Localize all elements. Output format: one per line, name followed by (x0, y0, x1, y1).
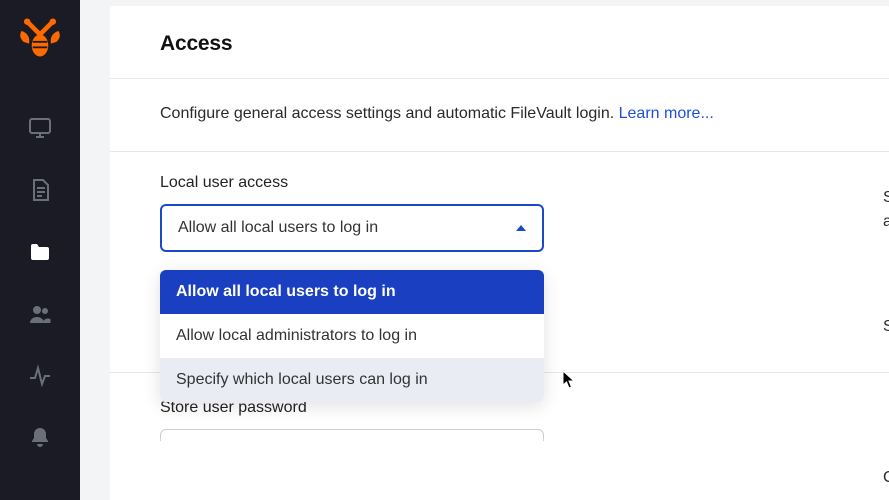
select-value: Allow all local users to log in (178, 219, 378, 237)
users-icon[interactable] (26, 300, 54, 328)
dropdown-option-allow-admins[interactable]: Allow local administrators to log in (160, 314, 544, 358)
bell-icon[interactable] (26, 424, 54, 452)
subtitle: Configure general access settings and au… (160, 105, 839, 123)
right-column-peek: S a (883, 186, 889, 234)
local-user-access-select[interactable]: Allow all local users to log in (160, 204, 544, 252)
main-content: Access Configure general access settings… (80, 0, 889, 500)
local-user-access-field: Local user access Allow all local users … (160, 174, 839, 252)
folder-icon[interactable] (26, 238, 54, 266)
local-user-access-dropdown: Allow all local users to log in Allow lo… (160, 270, 544, 402)
dropdown-option-specify[interactable]: Specify which local users can log in (160, 358, 544, 402)
access-panel: Access Configure general access settings… (110, 6, 889, 500)
logo-bee-icon (18, 18, 62, 62)
chevron-up-icon (516, 225, 526, 231)
divider (110, 151, 889, 152)
learn-more-link[interactable]: Learn more... (619, 105, 714, 122)
left-sidebar (0, 0, 80, 500)
dropdown-option-allow-all[interactable]: Allow all local users to log in (160, 270, 544, 314)
activity-icon[interactable] (26, 362, 54, 390)
field-label: Local user access (160, 174, 839, 192)
right-column-peek: C (883, 469, 889, 487)
document-icon[interactable] (26, 176, 54, 204)
page-title: Access (160, 32, 839, 56)
right-column-peek: S (883, 318, 889, 336)
divider (110, 78, 889, 79)
monitor-icon[interactable] (26, 114, 54, 142)
subtitle-text: Configure general access settings and au… (160, 105, 619, 122)
store-password-select[interactable] (160, 429, 544, 441)
